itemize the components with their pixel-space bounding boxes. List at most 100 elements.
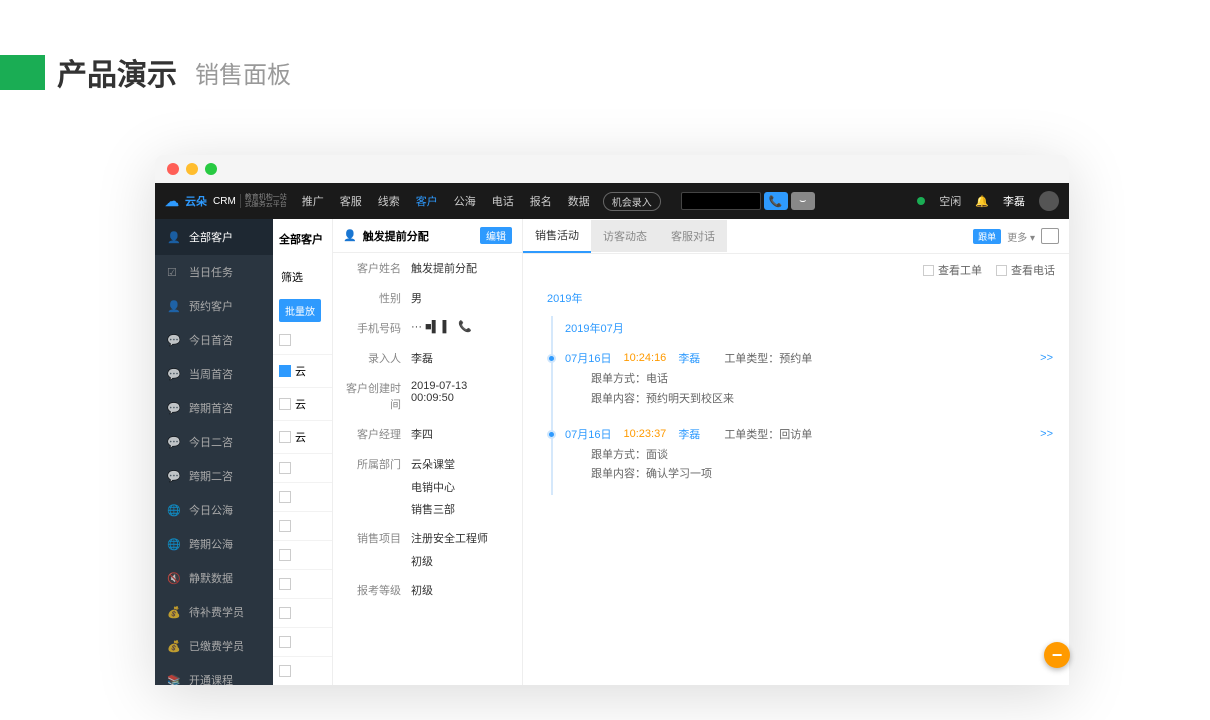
sidebar-item-5[interactable]: 💬今日二咨 <box>155 425 273 459</box>
sidebar-item-2[interactable]: 💬 今日首咨 <box>155 323 273 357</box>
sidebar-item-6[interactable]: 💬跨期二咨 <box>155 459 273 493</box>
tab-service[interactable]: 客服对话 <box>659 220 727 252</box>
sidebar-item-3[interactable]: 💬当周首咨 <box>155 357 273 391</box>
nav-item-2[interactable]: 线索 <box>371 189 407 213</box>
checkbox[interactable] <box>279 578 291 590</box>
sidebar-item-label: 开通课程 <box>189 672 233 685</box>
table-row[interactable] <box>273 570 332 599</box>
table-row[interactable]: 云 <box>273 388 332 421</box>
table-row[interactable]: 云 <box>273 355 332 388</box>
timeline-expand[interactable]: >> <box>1040 352 1053 364</box>
sidebar-icon: 💬 <box>167 470 181 483</box>
checkbox[interactable] <box>279 431 291 443</box>
sidebar-item-label: 预约客户 <box>189 298 233 314</box>
search-input[interactable] <box>681 192 761 210</box>
follow-button[interactable]: 跟单 <box>973 229 1001 244</box>
checkbox[interactable] <box>279 398 291 410</box>
nav-items: 推广 客服 线索 客户 公海 电话 报名 数据 <box>295 189 597 213</box>
tab-visitor[interactable]: 访客动态 <box>591 220 659 252</box>
checkbox[interactable] <box>279 607 291 619</box>
sidebar-item-10[interactable]: 💰待补费学员 <box>155 595 273 629</box>
timeline-expand[interactable]: >> <box>1040 428 1053 440</box>
fab-minus-button[interactable]: − <box>1044 642 1070 668</box>
value-dept-sub2: 销售三部 <box>333 501 522 523</box>
label-gender: 性别 <box>343 290 411 306</box>
hangup-button[interactable]: ⌣ <box>791 192 815 210</box>
user-name[interactable]: 李磊 <box>1003 193 1025 209</box>
sidebar-item-7[interactable]: 🌐今日公海 <box>155 493 273 527</box>
sidebar-icon: 💬 <box>167 402 181 415</box>
batch-button[interactable]: 批量放 <box>279 299 321 322</box>
filter-call[interactable]: 查看电话 <box>996 262 1055 278</box>
checkbox[interactable] <box>279 462 291 474</box>
checkbox[interactable] <box>279 636 291 648</box>
table-row[interactable] <box>273 628 332 657</box>
method-value: 面谈 <box>646 449 668 461</box>
checkbox[interactable] <box>279 520 291 532</box>
minimize-icon[interactable] <box>186 163 198 175</box>
label-phone: 手机号码 <box>343 320 411 336</box>
maximize-icon[interactable] <box>205 163 217 175</box>
sidebar-item-0[interactable]: ☑当日任务 <box>155 255 273 289</box>
checkbox[interactable] <box>279 549 291 561</box>
filter-order[interactable]: 查看工单 <box>923 262 982 278</box>
logo-tagline: 教育机构一站式服务云平台 <box>240 194 287 208</box>
sidebar-item-9[interactable]: 🔇静默数据 <box>155 561 273 595</box>
sidebar-icon: 🔇 <box>167 572 181 585</box>
sidebar-icon: 🌐 <box>167 538 181 551</box>
checkbox[interactable] <box>279 491 291 503</box>
customer-list-column: 全部客户 筛选 批量放 云云云 <box>273 219 333 685</box>
edit-button[interactable]: 编辑 <box>480 227 512 244</box>
nav-item-7[interactable]: 数据 <box>561 189 597 213</box>
more-button[interactable]: 更多 ▾ <box>1007 229 1035 244</box>
table-row[interactable]: 云 <box>273 421 332 454</box>
customer-detail-panel: 👤 触发提前分配 编辑 客户姓名触发提前分配 性别男 手机号码··· ■▌ ▌📞… <box>333 219 523 685</box>
call-button[interactable]: 📞 <box>764 192 788 210</box>
opportunity-button[interactable]: 机会录入 <box>603 192 661 211</box>
checkbox[interactable] <box>279 334 291 346</box>
nav-item-1[interactable]: 客服 <box>333 189 369 213</box>
layout-icon[interactable] <box>1041 228 1059 244</box>
activity-timeline: 2019年 2019年07月 07月16日10:24:16李磊工单类型：预约单>… <box>523 286 1069 495</box>
table-row[interactable] <box>273 541 332 570</box>
value-project-sub: 初级 <box>333 553 522 575</box>
table-row[interactable] <box>273 483 332 512</box>
person-icon: 👤 <box>343 229 357 242</box>
activity-panel: 销售活动 访客动态 客服对话 跟单 更多 ▾ 查看工单 查看电话 2019年 2… <box>523 219 1069 685</box>
sidebar-icon: 💬 <box>167 334 181 347</box>
table-row[interactable] <box>273 599 332 628</box>
sidebar-item-12[interactable]: 📚 开通课程 <box>155 663 273 685</box>
sidebar-item-4[interactable]: 💬跨期首咨 <box>155 391 273 425</box>
sidebar-header[interactable]: 👤 全部客户 <box>155 219 273 255</box>
filter-label: 筛选 <box>273 259 332 295</box>
tab-sales-activity[interactable]: 销售活动 <box>523 219 591 253</box>
timeline-date: 07月16日 <box>565 350 611 366</box>
sidebar-item-label: 今日首咨 <box>189 332 233 348</box>
phone-icon[interactable]: 📞 <box>458 321 472 333</box>
sidebar-icon: 🌐 <box>167 504 181 517</box>
timeline-user: 李磊 <box>678 350 700 366</box>
table-row[interactable] <box>273 454 332 483</box>
sidebar-item-8[interactable]: 🌐跨期公海 <box>155 527 273 561</box>
timeline-time: 10:24:16 <box>623 352 666 364</box>
sidebar-icon: 📚 <box>167 674 181 686</box>
nav-item-5[interactable]: 电话 <box>485 189 521 213</box>
nav-item-6[interactable]: 报名 <box>523 189 559 213</box>
label-manager: 客户经理 <box>343 426 411 442</box>
nav-item-4[interactable]: 公海 <box>447 189 483 213</box>
checkbox[interactable] <box>279 665 291 677</box>
close-icon[interactable] <box>167 163 179 175</box>
main-layout: 👤 全部客户 ☑当日任务👤预约客户💬今日首咨💬当周首咨💬跨期首咨💬今日二咨💬跨期… <box>155 219 1069 685</box>
bell-icon[interactable]: 🔔 <box>975 195 989 208</box>
table-row[interactable] <box>273 512 332 541</box>
nav-item-0[interactable]: 推广 <box>295 189 331 213</box>
nav-item-3[interactable]: 客户 <box>409 189 445 213</box>
sidebar-icon: 💰 <box>167 606 181 619</box>
table-row[interactable] <box>273 657 332 685</box>
top-nav: ☁ 云朵 CRM 教育机构一站式服务云平台 推广 客服 线索 客户 公海 电话 … <box>155 183 1069 219</box>
table-row[interactable] <box>273 326 332 355</box>
avatar[interactable] <box>1039 191 1059 211</box>
checkbox[interactable] <box>279 365 291 377</box>
sidebar-item-1[interactable]: 👤预约客户 <box>155 289 273 323</box>
sidebar-item-11[interactable]: 💰已缴费学员 <box>155 629 273 663</box>
